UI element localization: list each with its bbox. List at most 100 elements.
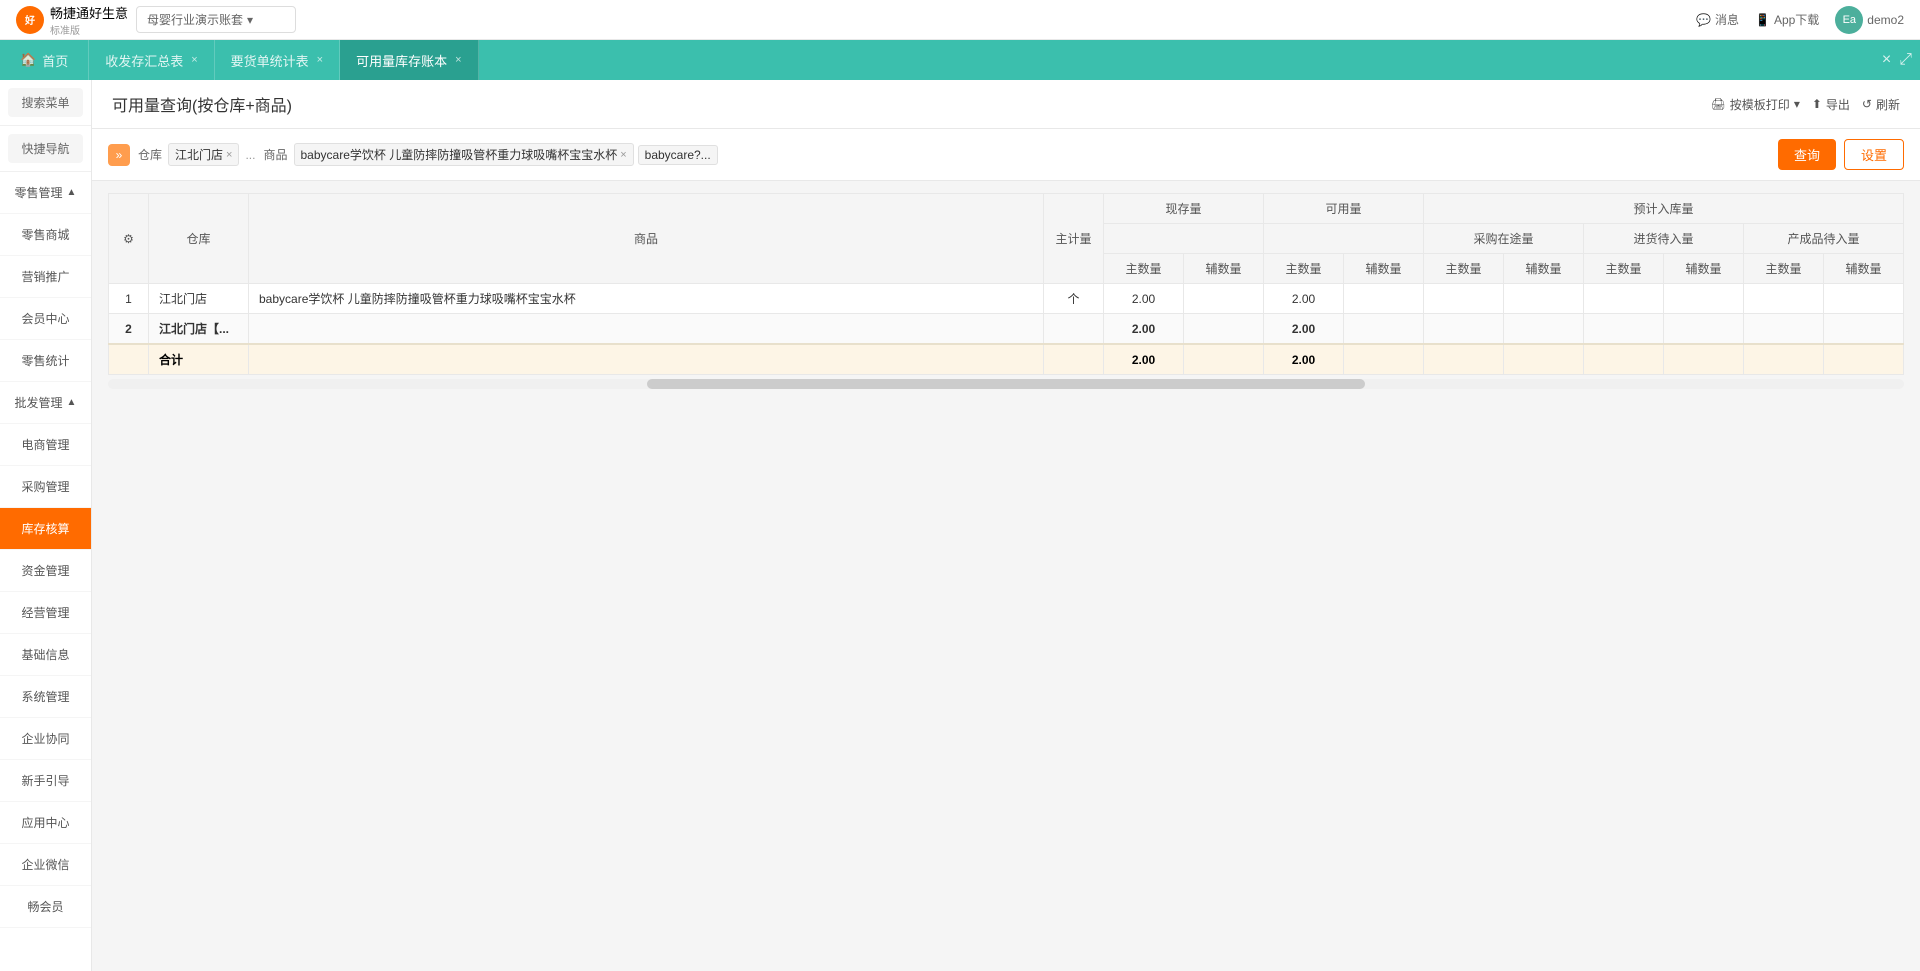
industry-selector[interactable]: 母婴行业演示账套 ▾	[136, 6, 296, 33]
export-icon: ⬆	[1812, 97, 1822, 111]
gear-icon[interactable]: ⚙	[123, 232, 134, 246]
footer-empty-no	[109, 344, 149, 375]
warehouse-more-btn[interactable]: ...	[245, 148, 255, 162]
product-tag-1[interactable]: babycare?...	[638, 145, 718, 165]
tab-home[interactable]: 🏠 首页	[0, 40, 89, 80]
top-bar-left: 好 畅捷通好生意 标准版 母婴行业演示账套 ▾	[16, 3, 296, 37]
footer-inbound-main	[1584, 344, 1664, 375]
scrollbar-track[interactable]	[108, 379, 1904, 389]
search-menu-btn[interactable]: 搜索菜单	[8, 88, 83, 117]
template-print-btn[interactable]: 🖨 按模板打印 ▾	[1711, 96, 1800, 113]
sidebar-item-operation-mgmt[interactable]: 经营管理	[0, 592, 91, 634]
logo-icon: 好	[16, 6, 44, 34]
th-product: 商品	[249, 194, 1044, 284]
footer-empty-product	[249, 344, 1044, 375]
logo-text: 畅捷通好生意	[50, 3, 128, 22]
th-main-unit: 主计量	[1044, 194, 1104, 284]
setting-btn[interactable]: 设置	[1844, 139, 1904, 170]
warehouse-tag-0-close[interactable]: ×	[226, 149, 232, 161]
row-inbound-main-2	[1584, 314, 1664, 345]
sidebar-item-finance-mgmt[interactable]: 资金管理	[0, 550, 91, 592]
product-tags: babycare学饮杯 儿童防摔防撞吸管杯重力球吸嘴杯宝宝水杯 × babyca…	[294, 143, 718, 166]
expand-filter-btn[interactable]: »	[108, 144, 130, 166]
query-btn[interactable]: 查询	[1778, 139, 1836, 170]
sidebar: 搜索菜单 快捷导航 零售管理 ▲ 零售商城 营销推广 会员中心 零售统计 批发管…	[0, 80, 92, 971]
sidebar-item-purchase-mgmt[interactable]: 采购管理	[0, 466, 91, 508]
th-purchase-aux-qty: 辅数量	[1504, 254, 1584, 284]
footer-row: 合计 2.00 2.00	[109, 344, 1904, 375]
th-planned-inbound: 预计入库量	[1424, 194, 1904, 224]
th-avail-main-qty: 主数量	[1264, 254, 1344, 284]
row-no-2: 2	[109, 314, 149, 345]
row-stock-aux	[1184, 284, 1264, 314]
refresh-btn[interactable]: ↺ 刷新	[1862, 96, 1900, 113]
export-btn[interactable]: ⬆ 导出	[1812, 96, 1850, 113]
tab-order-stats[interactable]: 要货单统计表 ×	[215, 40, 340, 80]
warehouse-tag-0[interactable]: 江北门店 ×	[168, 143, 239, 166]
sidebar-item-basic-info[interactable]: 基础信息	[0, 634, 91, 676]
sidebar-item-app-center[interactable]: 应用中心	[0, 802, 91, 844]
chevron-down-icon-print: ▾	[1794, 97, 1800, 111]
header-row-1: ⚙ 仓库 商品 主计量 现存量 可用量 预计入库量	[109, 194, 1904, 224]
avatar: Ea	[1835, 6, 1863, 34]
tab-receive-send-close[interactable]: ×	[191, 54, 197, 66]
row-avail-aux-2	[1344, 314, 1424, 345]
sidebar-item-new-guide[interactable]: 新手引导	[0, 760, 91, 802]
sidebar-item-wholesale-mgmt[interactable]: 批发管理 ▲	[0, 382, 91, 424]
row-stock-main: 2.00	[1104, 284, 1184, 314]
sidebar-item-system-mgmt[interactable]: 系统管理	[0, 676, 91, 718]
page-actions: 🖨 按模板打印 ▾ ⬆ 导出 ↺ 刷新	[1711, 96, 1900, 113]
row-inbound-aux-2	[1664, 314, 1744, 345]
sidebar-item-enterprise-collab[interactable]: 企业协同	[0, 718, 91, 760]
product-filter-group: 商品 babycare学饮杯 儿童防摔防撞吸管杯重力球吸嘴杯宝宝水杯 × bab…	[263, 143, 717, 166]
chevron-down-icon: ▾	[247, 13, 253, 27]
sidebar-item-enterprise-wechat[interactable]: 企业微信	[0, 844, 91, 886]
row-production-aux	[1824, 284, 1904, 314]
sidebar-item-marketing[interactable]: 营销推广	[0, 256, 91, 298]
row-stock-main-2: 2.00	[1104, 314, 1184, 345]
message-btn[interactable]: 💬 消息	[1696, 11, 1739, 28]
tab-available-stock-close[interactable]: ×	[455, 54, 461, 66]
content-area: 可用量查询(按仓库+商品) 🖨 按模板打印 ▾ ⬆ 导出 ↺ 刷新 »	[92, 80, 1920, 971]
page-title: 可用量查询(按仓库+商品)	[112, 92, 292, 116]
scrollbar-thumb[interactable]	[647, 379, 1365, 389]
close-all-tabs-btn[interactable]: ×	[1882, 51, 1891, 69]
th-inbound-aux-qty: 辅数量	[1664, 254, 1744, 284]
sidebar-item-member[interactable]: 畅会员	[0, 886, 91, 928]
expand-tabs-btn[interactable]: ⤢	[1899, 51, 1912, 69]
row-inbound-main	[1584, 284, 1664, 314]
th-available: 可用量	[1264, 194, 1424, 224]
row-no: 1	[109, 284, 149, 314]
row-inbound-aux	[1664, 284, 1744, 314]
th-inbound-main-qty: 主数量	[1584, 254, 1664, 284]
tab-order-stats-close[interactable]: ×	[317, 54, 323, 66]
sidebar-item-retail-stats[interactable]: 零售统计	[0, 340, 91, 382]
th-production-aux-qty: 辅数量	[1824, 254, 1904, 284]
footer-purchase-main	[1424, 344, 1504, 375]
app-download-btn[interactable]: 📱 App下载	[1755, 11, 1819, 28]
footer-label: 合计	[149, 344, 249, 375]
sidebar-item-retail-mall[interactable]: 零售商城	[0, 214, 91, 256]
user-area[interactable]: Ea demo2	[1835, 6, 1904, 34]
row-unit: 个	[1044, 284, 1104, 314]
row-avail-main: 2.00	[1264, 284, 1344, 314]
product-tag-0[interactable]: babycare学饮杯 儿童防摔防撞吸管杯重力球吸嘴杯宝宝水杯 ×	[294, 143, 634, 166]
logo-area: 好 畅捷通好生意 标准版	[16, 3, 128, 37]
sidebar-item-ecommerce-mgmt[interactable]: 电商管理	[0, 424, 91, 466]
th-gear: ⚙	[109, 194, 149, 284]
sidebar-item-retail-mgmt[interactable]: 零售管理 ▲	[0, 172, 91, 214]
th-production-pending: 产成品待入量	[1744, 224, 1904, 254]
row-product-2	[249, 314, 1044, 345]
tab-receive-send[interactable]: 收发存汇总表 ×	[89, 40, 214, 80]
row-stock-aux-2	[1184, 314, 1264, 345]
product-tag-0-close[interactable]: ×	[620, 149, 626, 161]
warehouse-tags: 江北门店 ×	[168, 143, 239, 166]
quick-nav-btn[interactable]: 快捷导航	[8, 134, 83, 163]
row-warehouse: 江北门店	[149, 284, 249, 314]
tab-available-stock[interactable]: 可用量库存账本 ×	[340, 40, 478, 80]
sidebar-item-inventory-check[interactable]: 库存核算	[0, 508, 91, 550]
sidebar-quick-nav-area: 快捷导航	[0, 126, 91, 172]
footer-production-aux	[1824, 344, 1904, 375]
th-purchase-transit: 采购在途量	[1424, 224, 1584, 254]
sidebar-item-member-center[interactable]: 会员中心	[0, 298, 91, 340]
